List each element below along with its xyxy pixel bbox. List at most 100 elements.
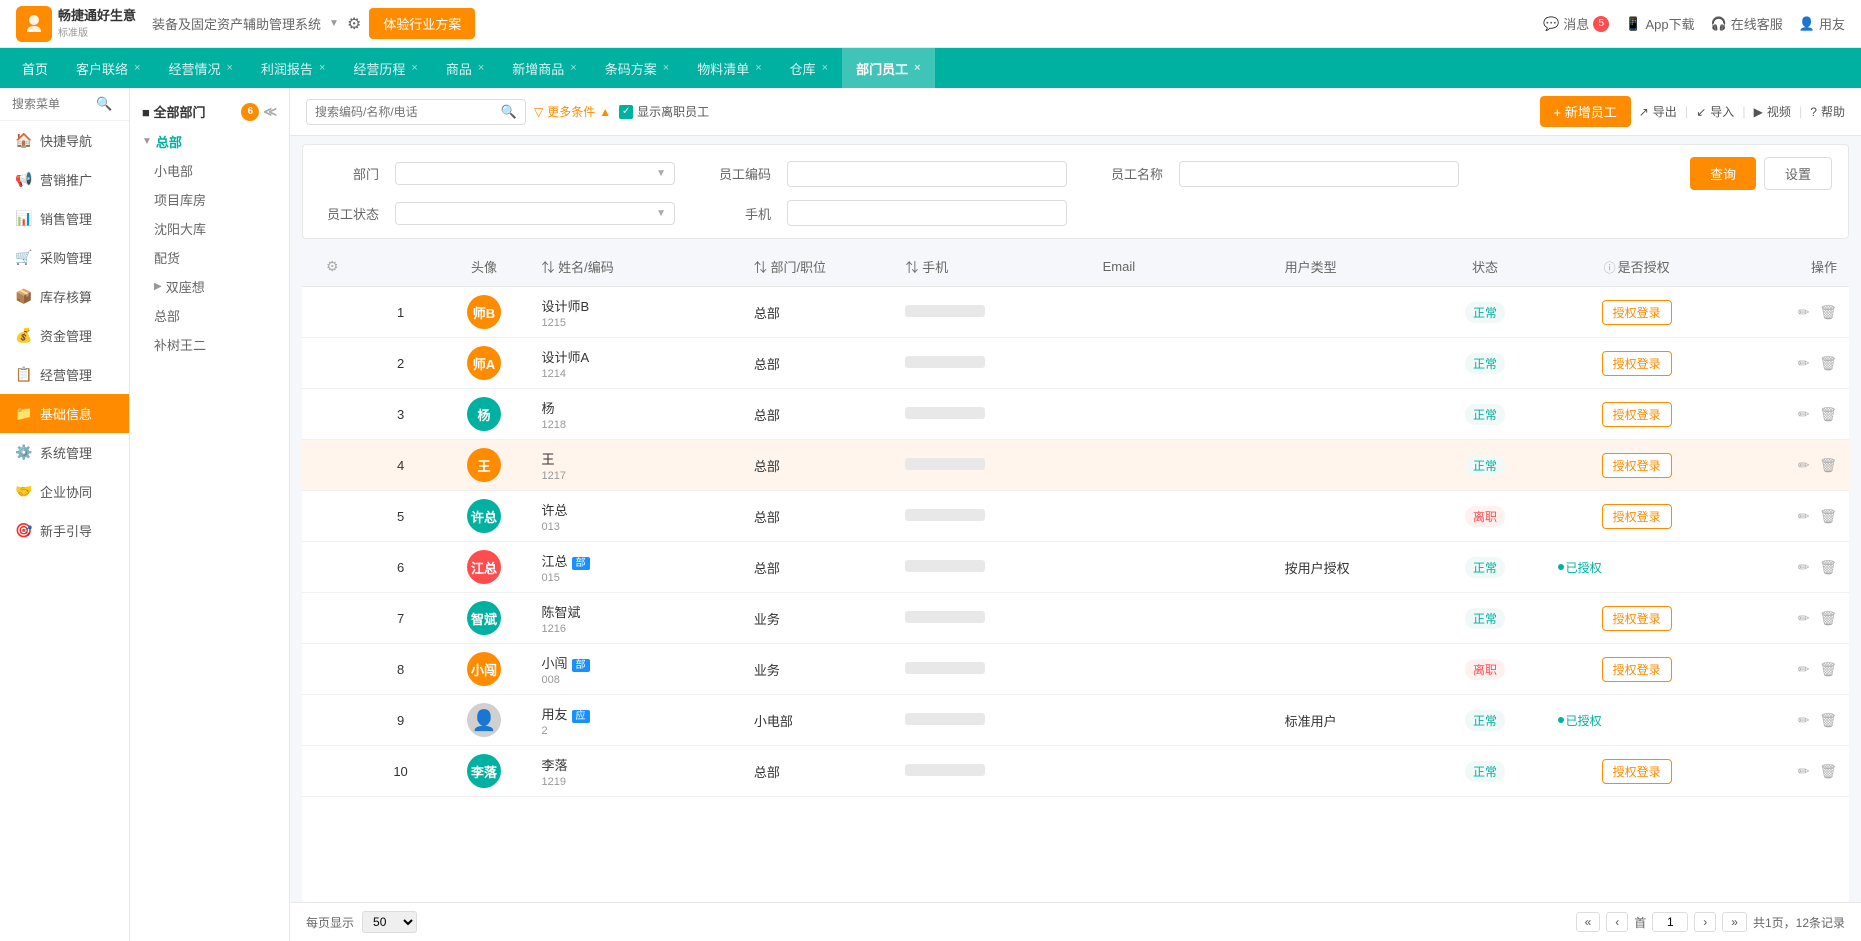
filter-more-btn[interactable]: ▽ 更多条件 ▲ <box>534 103 611 120</box>
sort-icon3[interactable]: ⇅ <box>905 260 918 275</box>
sidebar-item-system[interactable]: ⚙️ 系统管理 <box>0 433 129 472</box>
reset-button[interactable]: 设置 <box>1764 157 1832 190</box>
tab-customer-close[interactable]: × <box>134 62 140 74</box>
edit-button[interactable]: ✏ <box>1798 508 1810 524</box>
tab-bom-close[interactable]: × <box>755 62 761 74</box>
tab-department-close[interactable]: × <box>914 62 920 74</box>
tab-department[interactable]: 部门员工 × <box>842 48 934 88</box>
help-button[interactable]: ? 帮助 <box>1810 103 1845 120</box>
tab-operations[interactable]: 经营情况 × <box>154 48 246 88</box>
tab-goods[interactable]: 商品 × <box>432 48 498 88</box>
first-page-btn[interactable]: « <box>1576 912 1601 932</box>
edit-button[interactable]: ✏ <box>1798 304 1810 320</box>
sidebar-search-input[interactable] <box>12 97 92 111</box>
tab-history[interactable]: 经营历程 × <box>339 48 431 88</box>
delete-button[interactable]: 🗑 <box>1819 712 1837 728</box>
dept-item-project-warehouse[interactable]: 项目库房 <box>130 185 289 214</box>
auth-login-button[interactable]: 授权登录 <box>1602 606 1672 631</box>
delete-button[interactable]: 🗑 <box>1819 559 1837 575</box>
settings-icon[interactable]: ⚙ <box>347 14 361 34</box>
sidebar-item-marketing[interactable]: 📢 营销推广 <box>0 160 129 199</box>
dept-tree-collapse-btn[interactable]: ≪ <box>263 104 277 120</box>
page-number-input[interactable] <box>1652 912 1688 932</box>
auth-login-button[interactable]: 授权登录 <box>1602 402 1672 427</box>
sidebar-item-inventory[interactable]: 📦 库存核算 <box>0 277 129 316</box>
sidebar-item-finance[interactable]: 💰 资金管理 <box>0 316 129 355</box>
tab-barcode[interactable]: 条码方案 × <box>591 48 683 88</box>
edit-button[interactable]: ✏ <box>1798 559 1810 575</box>
delete-button[interactable]: 🗑 <box>1819 763 1837 779</box>
dept-filter-select[interactable]: ▼ <box>395 162 675 185</box>
tab-add-goods[interactable]: 新增商品 × <box>498 48 590 88</box>
edit-button[interactable]: ✏ <box>1798 355 1810 371</box>
dept-item-electronics[interactable]: 小电部 <box>130 156 289 185</box>
column-settings-icon[interactable]: ⚙ <box>326 258 339 274</box>
empcode-filter-input[interactable] <box>787 161 1067 187</box>
show-leave-checkbox-area[interactable]: ✓ 显示离职员工 <box>619 103 709 120</box>
tab-operations-close[interactable]: × <box>226 62 232 74</box>
auth-login-button[interactable]: 授权登录 <box>1602 300 1672 325</box>
tab-barcode-close[interactable]: × <box>663 62 669 74</box>
edit-button[interactable]: ✏ <box>1798 712 1810 728</box>
delete-button[interactable]: 🗑 <box>1819 610 1837 626</box>
trial-button[interactable]: 体验行业方案 <box>369 8 475 39</box>
delete-button[interactable]: 🗑 <box>1819 457 1837 473</box>
edit-button[interactable]: ✏ <box>1798 610 1810 626</box>
sidebar-item-collab[interactable]: 🤝 企业协同 <box>0 472 129 511</box>
tab-history-close[interactable]: × <box>411 62 417 74</box>
import-button[interactable]: ↙ 导入 <box>1696 103 1734 120</box>
auth-login-button[interactable]: 授权登录 <box>1602 504 1672 529</box>
delete-button[interactable]: 🗑 <box>1819 661 1837 677</box>
export-button[interactable]: ↗ 导出 <box>1639 103 1677 120</box>
show-leave-checkbox[interactable]: ✓ <box>619 105 633 119</box>
auth-login-button[interactable]: 授权登录 <box>1602 351 1672 376</box>
dept-item-shuangzuo[interactable]: ▶ 双座想 <box>130 272 289 301</box>
tab-add-goods-close[interactable]: × <box>570 62 576 74</box>
dept-item-bushu[interactable]: 补树王二 <box>130 330 289 359</box>
edit-button[interactable]: ✏ <box>1798 661 1810 677</box>
sidebar-item-business[interactable]: 📋 经营管理 <box>0 355 129 394</box>
auth-login-button[interactable]: 授权登录 <box>1602 657 1672 682</box>
tab-home[interactable]: 首页 <box>8 48 62 88</box>
sidebar-item-guide[interactable]: 🎯 新手引导 <box>0 511 129 550</box>
phone-filter-input[interactable] <box>787 200 1067 226</box>
delete-button[interactable]: 🗑 <box>1819 304 1837 320</box>
search-input[interactable] <box>315 105 497 119</box>
system-title-arrow[interactable]: ▼ <box>329 18 339 29</box>
view-button[interactable]: ▶ 视频 <box>1754 103 1791 120</box>
sidebar-item-purchase[interactable]: 🛒 采购管理 <box>0 238 129 277</box>
page-size-select[interactable]: 50 20 100 <box>362 911 417 933</box>
delete-button[interactable]: 🗑 <box>1819 508 1837 524</box>
dept-item-headquarters[interactable]: ▼ 总部 <box>130 127 289 156</box>
dept-item-distribution[interactable]: 配货 <box>130 243 289 272</box>
empname-filter-input[interactable] <box>1179 161 1459 187</box>
online-service-item[interactable]: 🎧 在线客服 <box>1711 14 1783 33</box>
tab-warehouse[interactable]: 仓库 × <box>776 48 842 88</box>
messages-item[interactable]: 💬 消息 5 <box>1543 14 1609 33</box>
tab-profit[interactable]: 利润报告 × <box>247 48 339 88</box>
last-page-btn[interactable]: » <box>1722 912 1747 932</box>
sort-icon[interactable]: ⇅ <box>541 260 554 275</box>
sidebar-item-quicknav[interactable]: 🏠 快捷导航 <box>0 121 129 160</box>
add-employee-button[interactable]: + 新增员工 <box>1540 96 1631 127</box>
query-button[interactable]: 查询 <box>1690 157 1756 190</box>
tab-bom[interactable]: 物料清单 × <box>683 48 775 88</box>
tab-warehouse-close[interactable]: × <box>822 62 828 74</box>
empstatus-filter-select[interactable]: ▼ <box>395 202 675 225</box>
dept-item-head-office[interactable]: 总部 <box>130 301 289 330</box>
tab-goods-close[interactable]: × <box>478 62 484 74</box>
prev-page-btn[interactable]: ‹ <box>1606 912 1628 932</box>
app-download-item[interactable]: 📱 App下载 <box>1625 14 1694 33</box>
next-page-btn[interactable]: › <box>1694 912 1716 932</box>
search-icon[interactable]: 🔍 <box>501 104 517 120</box>
auth-login-button[interactable]: 授权登录 <box>1602 759 1672 784</box>
tab-profit-close[interactable]: × <box>319 62 325 74</box>
delete-button[interactable]: 🗑 <box>1819 406 1837 422</box>
edit-button[interactable]: ✏ <box>1798 457 1810 473</box>
delete-button[interactable]: 🗑 <box>1819 355 1837 371</box>
edit-button[interactable]: ✏ <box>1798 763 1810 779</box>
sort-icon2[interactable]: ⇅ <box>754 260 767 275</box>
auth-login-button[interactable]: 授权登录 <box>1602 453 1672 478</box>
sidebar-item-basic[interactable]: 📁 基础信息 <box>0 394 129 433</box>
edit-button[interactable]: ✏ <box>1798 406 1810 422</box>
